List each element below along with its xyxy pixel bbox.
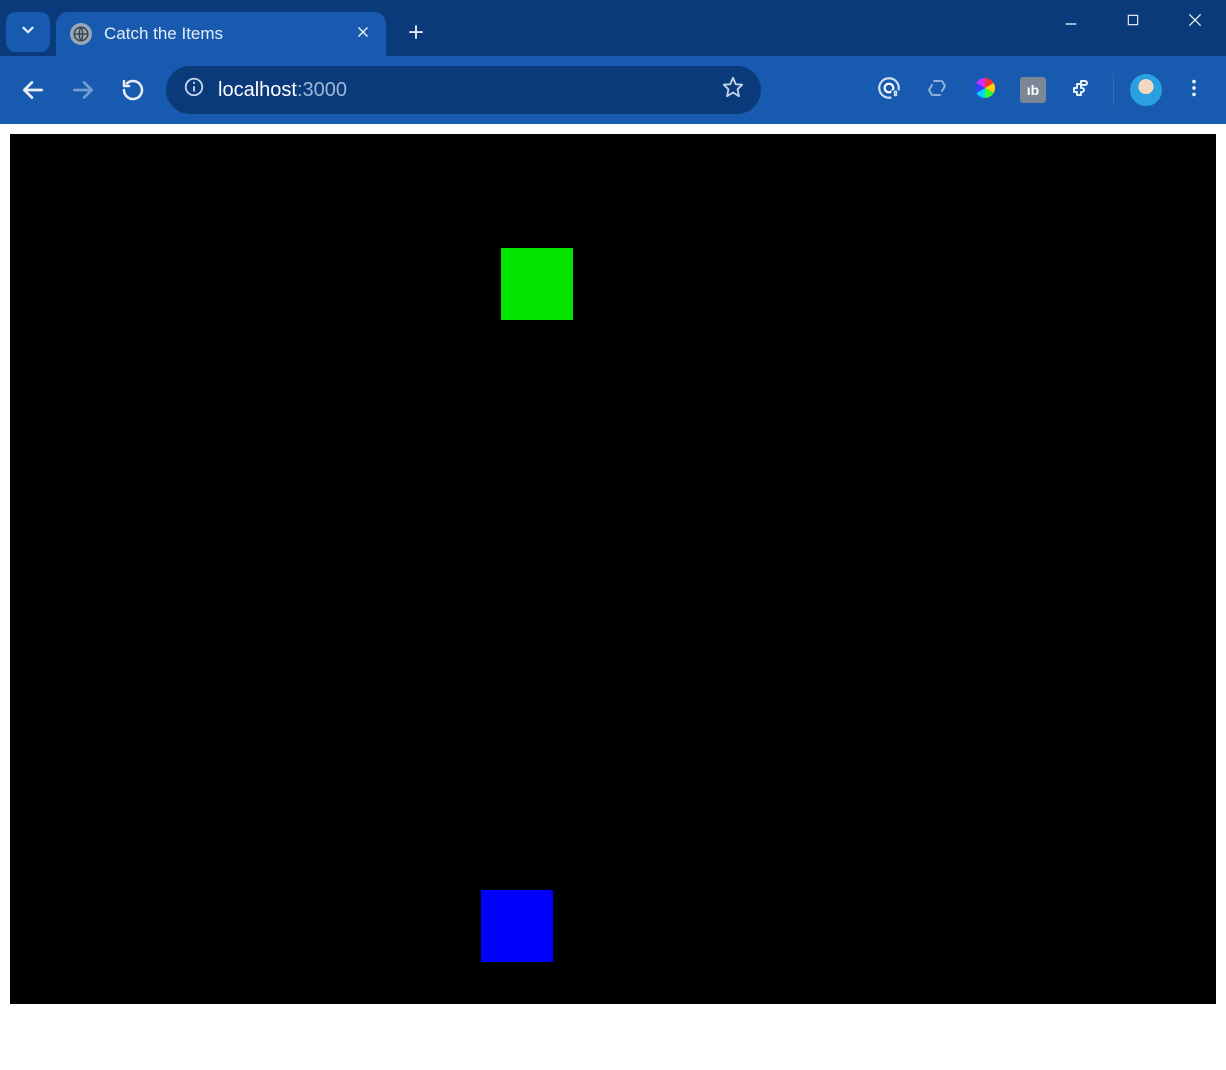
url-host: localhost <box>218 79 297 102</box>
minimize-icon <box>1063 12 1079 33</box>
toolbar-separator <box>1113 74 1114 106</box>
new-tab-button[interactable] <box>396 12 436 56</box>
nav-reload-button[interactable] <box>110 67 156 113</box>
extension-colorwheel-button[interactable] <box>963 68 1007 112</box>
close-icon <box>1187 12 1203 33</box>
reload-icon <box>121 78 145 102</box>
recycle-icon <box>925 76 949 105</box>
kebab-menu-icon <box>1183 77 1205 104</box>
tab-strip: Catch the Items <box>0 0 436 56</box>
toolbar: localhost:3000 ıb <box>0 56 1226 124</box>
chevron-down-icon <box>19 21 37 44</box>
tab-title: Catch the Items <box>104 24 344 44</box>
falling-item <box>501 248 573 320</box>
player-paddle[interactable] <box>481 890 553 962</box>
search-tabs-button[interactable] <box>6 12 50 52</box>
url-rest: :3000 <box>297 79 347 102</box>
chrome-menu-button[interactable] <box>1172 68 1216 112</box>
tab-active[interactable]: Catch the Items <box>56 12 386 56</box>
arrow-right-icon <box>70 77 96 103</box>
puzzle-icon <box>1069 76 1093 105</box>
page-viewport <box>0 124 1226 1070</box>
avatar-icon <box>1130 74 1162 106</box>
globe-icon <box>70 23 92 45</box>
star-icon <box>722 76 744 104</box>
nav-forward-button[interactable] <box>60 67 106 113</box>
bookmark-button[interactable] <box>721 78 745 102</box>
maximize-icon <box>1126 13 1140 32</box>
ib-extension-icon: ıb <box>1020 77 1046 103</box>
profile-button[interactable] <box>1124 68 1168 112</box>
site-info-button[interactable] <box>182 78 206 102</box>
nav-back-button[interactable] <box>10 67 56 113</box>
extension-ib-button[interactable]: ıb <box>1011 68 1055 112</box>
titlebar: Catch the Items <box>0 0 1226 56</box>
window-controls <box>1040 0 1226 56</box>
close-icon <box>356 24 370 44</box>
omnibox[interactable]: localhost:3000 <box>166 66 761 114</box>
privacy-badge-icon <box>876 75 902 106</box>
extensions-button[interactable] <box>1059 68 1103 112</box>
window-minimize-button[interactable] <box>1040 0 1102 44</box>
window-close-button[interactable] <box>1164 0 1226 44</box>
tab-close-button[interactable] <box>354 24 372 44</box>
game-canvas[interactable] <box>10 134 1216 1004</box>
plus-icon <box>407 23 425 46</box>
extension-recycle-button[interactable] <box>915 68 959 112</box>
extension-privacy-button[interactable] <box>867 68 911 112</box>
color-wheel-icon <box>973 76 997 105</box>
arrow-left-icon <box>20 77 46 103</box>
window-maximize-button[interactable] <box>1102 0 1164 44</box>
browser-window: Catch the Items <box>0 0 1226 1070</box>
info-icon <box>183 76 205 104</box>
